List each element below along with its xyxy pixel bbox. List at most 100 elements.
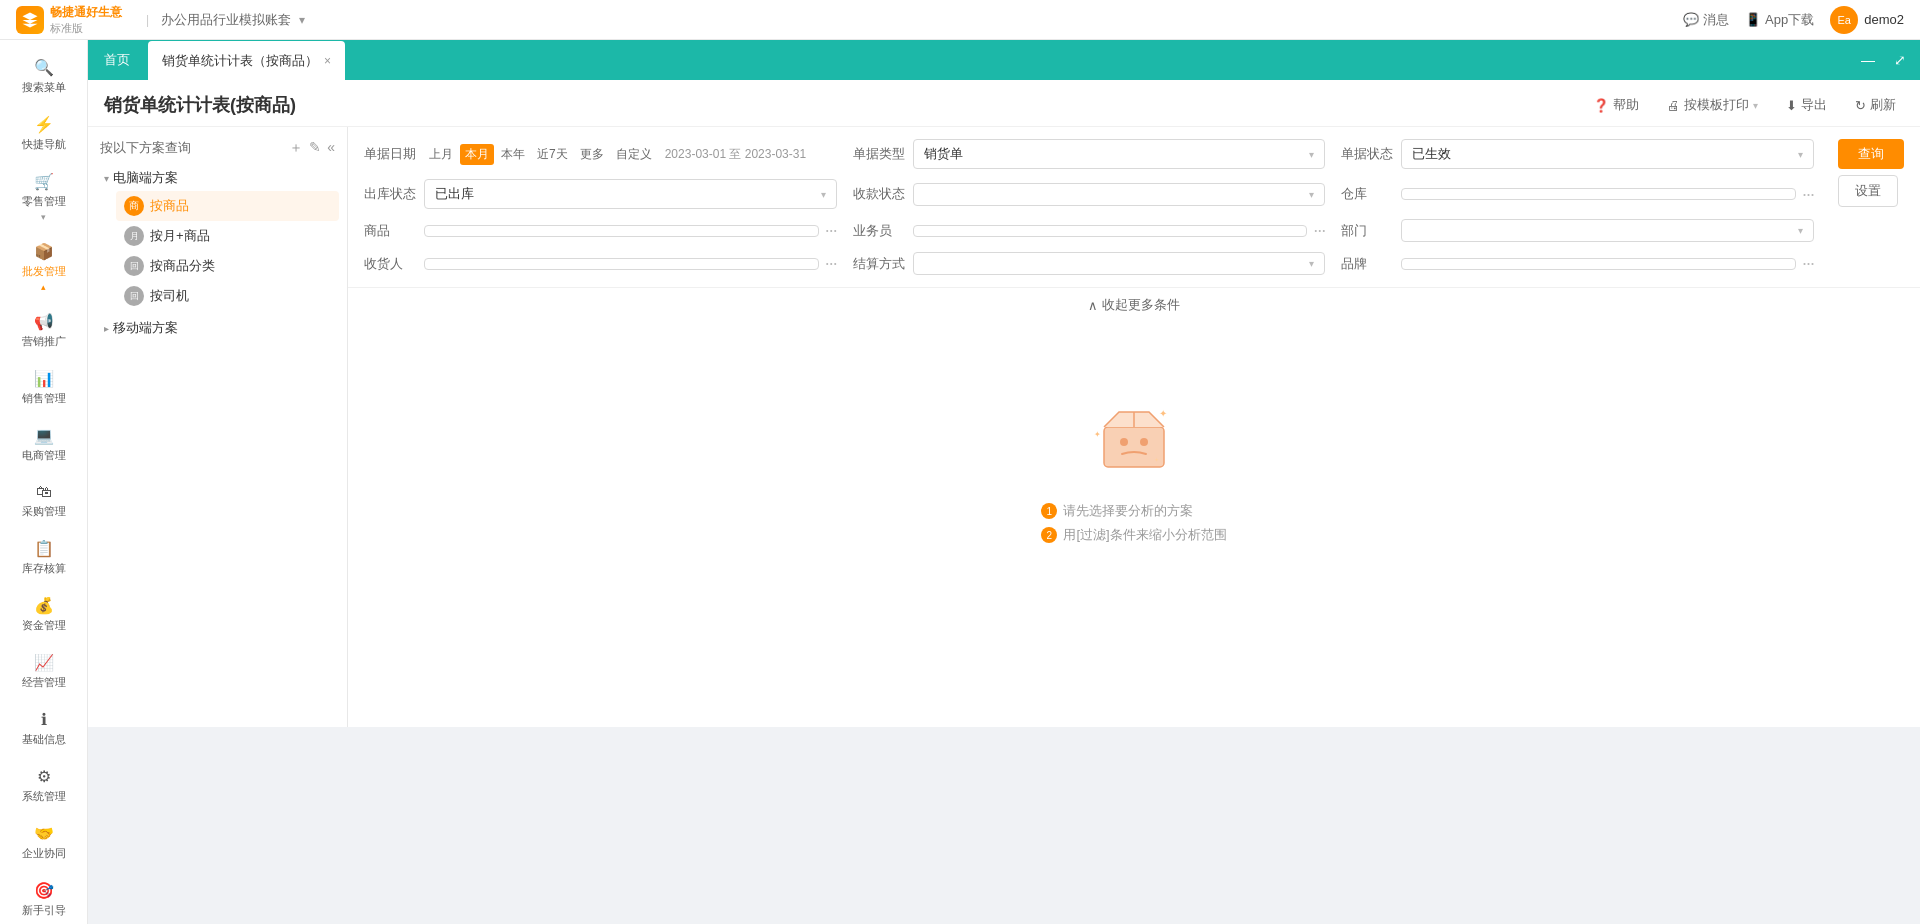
chevron-down-icon[interactable]: ▾	[299, 13, 305, 27]
warehouse-input[interactable]	[1401, 188, 1796, 200]
tree-item-driver[interactable]: 回 按司机	[116, 281, 339, 311]
operations-icon: 📈	[34, 653, 54, 672]
tab-close-button[interactable]: ×	[324, 54, 331, 68]
sidebar-item-enterprise[interactable]: 🤝 企业协同	[0, 814, 87, 871]
date-tab-more[interactable]: 更多	[575, 144, 609, 165]
sidebar-item-quicknav[interactable]: ⚡ 快捷导航	[0, 105, 87, 162]
scheme-tree: ▾ 电脑端方案 商 按商品 月 按月+商品	[88, 165, 347, 341]
receipt-status-select[interactable]: ▾	[913, 183, 1326, 206]
type-select-arrow: ▾	[1309, 149, 1314, 160]
page-header: 销货单统计计表(按商品) ❓ 帮助 🖨 按模板打印 ▾ ⬇	[88, 80, 1920, 127]
right-panel: 单据日期 上月 本月 本年 近7天 更多	[348, 127, 1920, 727]
filter-row-4: 收货人 ···	[364, 252, 1814, 275]
message-icon: 💬	[1683, 12, 1699, 27]
svg-point-3	[1140, 438, 1148, 446]
date-tabs: 上月 本月 本年 近7天 更多 自定义	[424, 144, 657, 165]
minimize-button[interactable]: —	[1856, 48, 1880, 72]
app-download-button[interactable]: 📱 App下载	[1745, 11, 1814, 29]
dept-select-arrow: ▾	[1798, 225, 1803, 236]
warehouse-more-button[interactable]: ···	[1802, 184, 1814, 205]
sidebar-item-wholesale[interactable]: 📦 批发管理 ▴	[0, 232, 87, 302]
empty-illustration: ✦ ✦ ✦	[1084, 382, 1184, 482]
maximize-button[interactable]: ⤢	[1888, 48, 1912, 72]
help-button[interactable]: ❓ 帮助	[1585, 92, 1647, 118]
tree-expand-icon: ▾	[104, 173, 109, 184]
sidebar-item-purchase[interactable]: 🛍 采购管理	[0, 473, 87, 529]
collapse-bar[interactable]: ∧ 收起更多条件	[348, 287, 1920, 322]
date-tab-this-month[interactable]: 本月	[460, 144, 494, 165]
sidebar-item-operations[interactable]: 📈 经营管理	[0, 643, 87, 700]
brand-input[interactable]	[1401, 258, 1796, 270]
topbar-right: 💬 消息 📱 App下载 Ea demo2	[1683, 6, 1904, 34]
filter-section: 单据日期 上月 本月 本年 近7天 更多	[348, 127, 1830, 287]
export-button[interactable]: ⬇ 导出	[1778, 92, 1835, 118]
goods-input[interactable]	[424, 225, 819, 237]
receiver-input[interactable]	[424, 258, 819, 270]
basic-info-icon: ℹ	[41, 710, 47, 729]
svg-text:✦: ✦	[1154, 457, 1159, 463]
date-tab-7days[interactable]: 近7天	[532, 144, 573, 165]
query-buttons: 查询 设置	[1838, 127, 1920, 287]
sidebar-item-search[interactable]: 🔍 搜索菜单	[0, 48, 87, 105]
goods-cat-icon: 回	[124, 256, 144, 276]
edit-scheme-button[interactable]: ✎	[309, 139, 321, 157]
export-icon: ⬇	[1786, 98, 1797, 113]
tab-active[interactable]: 销货单统计计表（按商品） ×	[148, 41, 345, 81]
tree-item-goods-category[interactable]: 回 按商品分类	[116, 251, 339, 281]
sidebar-item-retail[interactable]: 🛒 零售管理 ▾	[0, 162, 87, 232]
tip-item-2: 2 用[过滤]条件来缩小分析范围	[1041, 526, 1226, 544]
brand-more-button[interactable]: ···	[1802, 253, 1814, 274]
message-button[interactable]: 💬 消息	[1683, 11, 1729, 29]
payment-select[interactable]: ▾	[913, 252, 1326, 275]
print-arrow-icon: ▾	[1753, 100, 1758, 111]
sidebar-item-sales[interactable]: 📊 销售管理	[0, 359, 87, 416]
refresh-button[interactable]: ↻ 刷新	[1847, 92, 1904, 118]
help-icon: ❓	[1593, 98, 1609, 113]
date-tab-this-year[interactable]: 本年	[496, 144, 530, 165]
type-select[interactable]: 销货单 ▾	[913, 139, 1326, 169]
query-button[interactable]: 查询	[1838, 139, 1904, 169]
search-icon: 🔍	[34, 58, 54, 77]
empty-tips: 1 请先选择要分析的方案 2 用[过滤]条件来缩小分析范围	[1041, 502, 1226, 544]
filter-type: 单据类型 销货单 ▾	[853, 139, 1326, 169]
user-menu[interactable]: Ea demo2	[1830, 6, 1904, 34]
sidebar-item-basic-info[interactable]: ℹ 基础信息	[0, 700, 87, 757]
tree-parent-mobile[interactable]: ▸ 移动端方案	[96, 315, 339, 341]
out-status-select[interactable]: 已出库 ▾	[424, 179, 837, 209]
settings-button[interactable]: 设置	[1838, 175, 1898, 207]
sidebar-item-marketing[interactable]: 📢 营销推广	[0, 302, 87, 359]
system-icon: ⚙	[37, 767, 51, 786]
tree-item-by-goods[interactable]: 商 按商品	[116, 191, 339, 221]
filter-out-status: 出库状态 已出库 ▾	[364, 179, 837, 209]
payment-select-arrow: ▾	[1309, 258, 1314, 269]
status-select[interactable]: 已生效 ▾	[1401, 139, 1814, 169]
sidebar-item-finance[interactable]: 💰 资金管理	[0, 586, 87, 643]
svg-text:✦: ✦	[1159, 408, 1167, 419]
filter-payment: 结算方式 ▾	[853, 252, 1326, 275]
content-body: 按以下方案查询 ＋ ✎ « ▾ 电脑端方案	[88, 127, 1920, 727]
tab-home[interactable]: 首页	[88, 40, 146, 80]
dept-select[interactable]: ▾	[1401, 219, 1814, 242]
employee-input[interactable]	[913, 225, 1308, 237]
sidebar-item-ecommerce[interactable]: 💻 电商管理	[0, 416, 87, 473]
tree-children-desktop: 商 按商品 月 按月+商品 回 按商品分类	[96, 191, 339, 311]
sidebar-item-inventory[interactable]: 📋 库存核算	[0, 529, 87, 586]
sidebar-item-system[interactable]: ⚙ 系统管理	[0, 757, 87, 814]
receiver-more-button[interactable]: ···	[825, 253, 837, 274]
filter-warehouse: 仓库 ···	[1341, 184, 1814, 205]
sidebar: 🔍 搜索菜单 ⚡ 快捷导航 🛒 零售管理 ▾ 📦 批发管理 ▴ 📢 营销推广 📊…	[0, 40, 88, 924]
employee-more-button[interactable]: ···	[1313, 220, 1325, 241]
collapse-panel-button[interactable]: «	[327, 139, 335, 157]
sidebar-item-newbie[interactable]: 🎯 新手引导	[0, 871, 87, 924]
tree-parent-desktop[interactable]: ▾ 电脑端方案	[96, 165, 339, 191]
svg-point-2	[1120, 438, 1128, 446]
add-scheme-button[interactable]: ＋	[289, 139, 303, 157]
date-tab-last-month[interactable]: 上月	[424, 144, 458, 165]
goods-more-button[interactable]: ···	[825, 220, 837, 241]
print-button[interactable]: 🖨 按模板打印 ▾	[1659, 92, 1766, 118]
filter-row-3: 商品 ···	[364, 219, 1814, 242]
filter-goods: 商品 ···	[364, 220, 837, 241]
tree-item-month-goods[interactable]: 月 按月+商品	[116, 221, 339, 251]
date-tab-custom[interactable]: 自定义	[611, 144, 657, 165]
marketing-icon: 📢	[34, 312, 54, 331]
